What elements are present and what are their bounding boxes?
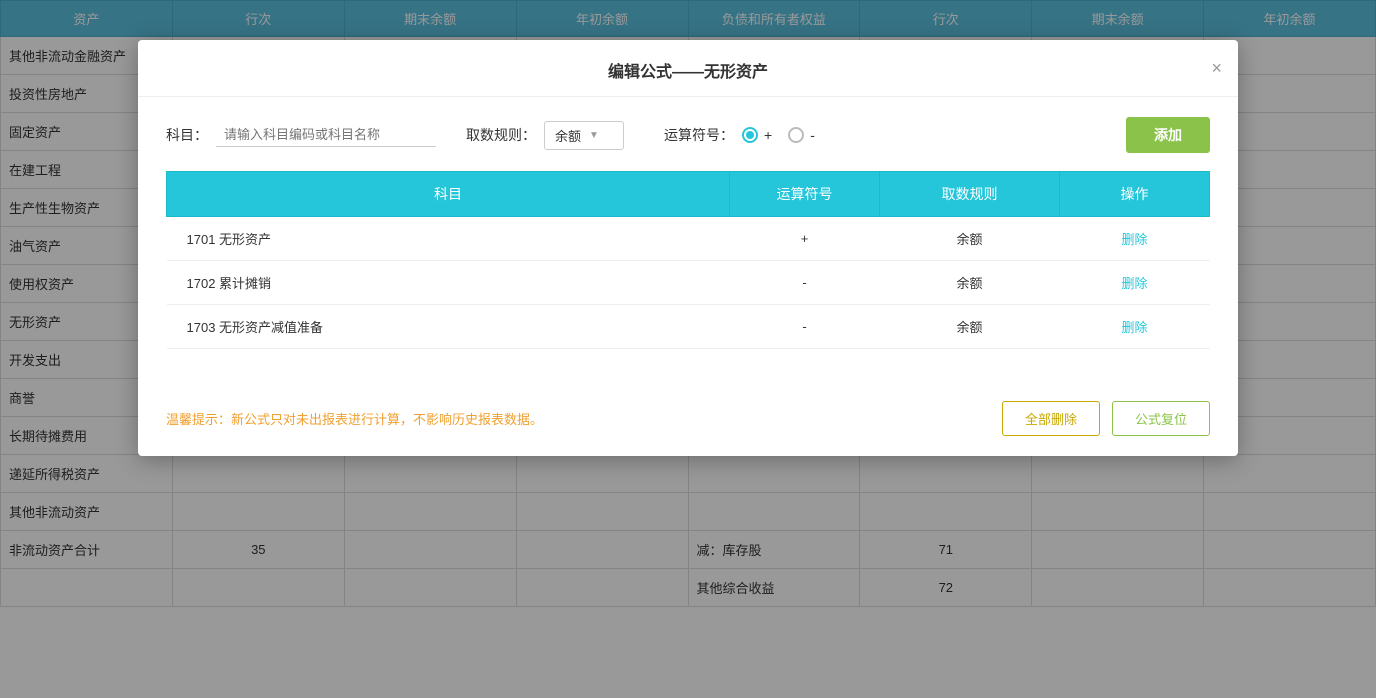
- subject-input[interactable]: [216, 123, 436, 147]
- radio-minus-label: -: [810, 127, 815, 143]
- operator-group: 运算符号： + -: [664, 125, 845, 145]
- formula-operator: -: [730, 261, 880, 305]
- footer-hint: 温馨提示：新公式只对未出报表进行计算，不影响历史报表数据。: [166, 409, 543, 428]
- rule-value: 余额: [555, 126, 581, 145]
- table-header-rule: 取数规则: [880, 172, 1060, 217]
- formula-action: 删除: [1060, 305, 1210, 349]
- modal-close-button[interactable]: ×: [1211, 59, 1222, 77]
- formula-rule: 余额: [880, 217, 1060, 261]
- delete-row-link[interactable]: 删除: [1121, 320, 1147, 335]
- modal-footer: 温馨提示：新公式只对未出报表进行计算，不影响历史报表数据。 全部删除 公式复位: [138, 389, 1238, 456]
- rule-group: 取数规则： 余额 ▼: [466, 121, 624, 150]
- modal-title: 编辑公式——无形资产: [608, 64, 768, 81]
- formula-table: 科目 运算符号 取数规则 操作 1701 无形资产+余额删除1702 累计摊销-…: [166, 171, 1210, 349]
- subject-group: 科目：: [166, 123, 436, 147]
- operator-radio-group: + -: [742, 127, 815, 143]
- modal-body: 科目： 取数规则： 余额 ▼ 运算符号： +: [138, 97, 1238, 389]
- operator-label: 运算符号：: [664, 125, 734, 145]
- form-row: 科目： 取数规则： 余额 ▼ 运算符号： +: [166, 117, 1210, 153]
- modal-dialog: 编辑公式——无形资产 × 科目： 取数规则： 余额 ▼ 运算符号：: [138, 40, 1238, 456]
- formula-table-row: 1701 无形资产+余额 删除: [167, 217, 1210, 261]
- formula-operator: -: [730, 305, 880, 349]
- formula-rule: 余额: [880, 305, 1060, 349]
- modal-overlay: 编辑公式——无形资产 × 科目： 取数规则： 余额 ▼ 运算符号：: [0, 0, 1376, 698]
- footer-buttons: 全部删除 公式复位: [1002, 401, 1210, 436]
- radio-minus[interactable]: -: [788, 127, 815, 143]
- table-header-subject: 科目: [167, 172, 730, 217]
- formula-subject: 1702 累计摊销: [167, 261, 730, 305]
- rule-label: 取数规则：: [466, 125, 536, 145]
- modal-header: 编辑公式——无形资产 ×: [138, 40, 1238, 97]
- radio-plus-label: +: [764, 127, 772, 143]
- delete-row-link[interactable]: 删除: [1121, 232, 1147, 247]
- formula-table-row: 1702 累计摊销-余额 删除: [167, 261, 1210, 305]
- formula-subject: 1703 无形资产减值准备: [167, 305, 730, 349]
- radio-plus[interactable]: +: [742, 127, 772, 143]
- delete-row-link[interactable]: 删除: [1121, 276, 1147, 291]
- add-button[interactable]: 添加: [1126, 117, 1210, 153]
- rule-select[interactable]: 余额 ▼: [544, 121, 624, 150]
- formula-action: 删除: [1060, 261, 1210, 305]
- radio-plus-circle: [742, 127, 758, 143]
- select-arrow-icon: ▼: [589, 130, 599, 141]
- formula-action: 删除: [1060, 217, 1210, 261]
- formula-subject: 1701 无形资产: [167, 217, 730, 261]
- radio-minus-circle: [788, 127, 804, 143]
- table-header-operator: 运算符号: [730, 172, 880, 217]
- formula-table-row: 1703 无形资产减值准备-余额 删除: [167, 305, 1210, 349]
- subject-label: 科目：: [166, 125, 208, 145]
- formula-operator: +: [730, 217, 880, 261]
- formula-rule: 余额: [880, 261, 1060, 305]
- table-header-action: 操作: [1060, 172, 1210, 217]
- delete-all-button[interactable]: 全部删除: [1002, 401, 1100, 436]
- reset-formula-button[interactable]: 公式复位: [1112, 401, 1210, 436]
